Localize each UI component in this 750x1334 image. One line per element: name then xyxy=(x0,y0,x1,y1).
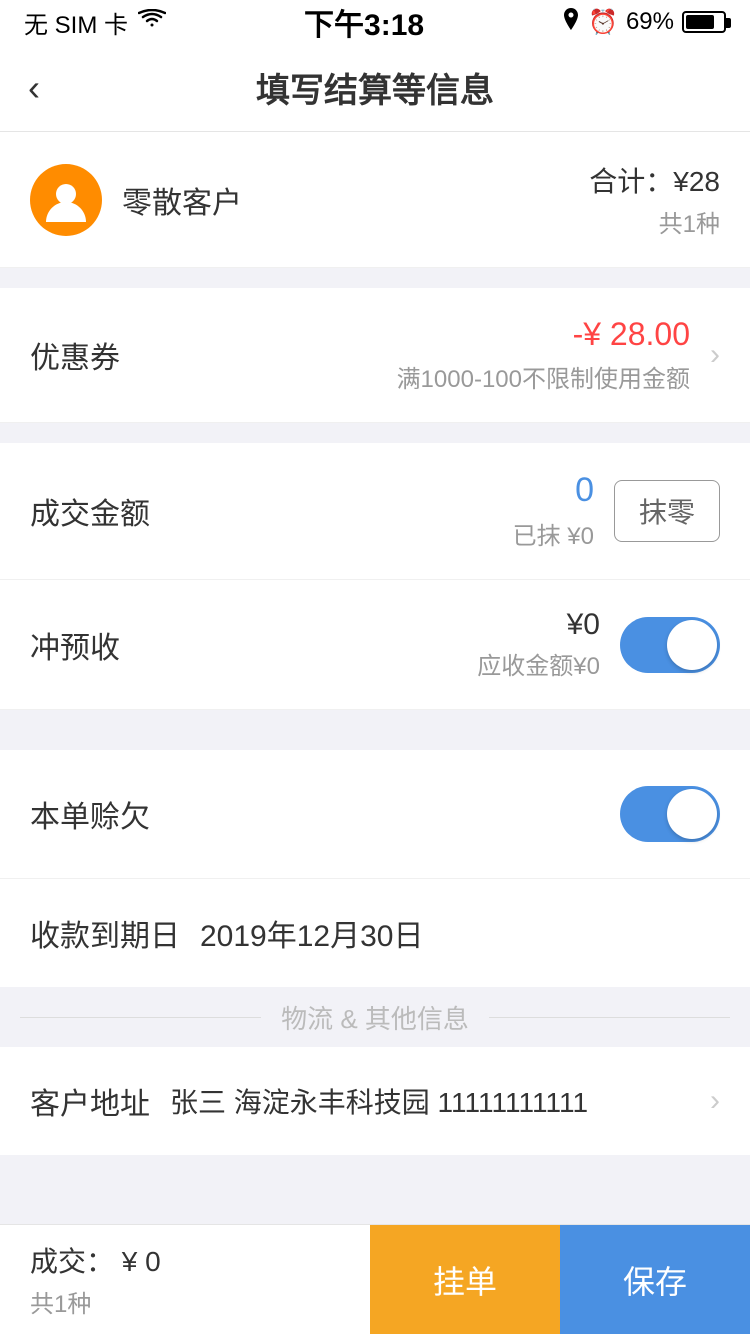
coupon-right: -¥ 28.00 满1000-100不限制使用金额 › xyxy=(397,316,720,394)
back-button[interactable]: ‹ xyxy=(28,67,40,109)
logistics-line-left xyxy=(20,1017,261,1018)
status-right: ⏰ 69% xyxy=(562,8,726,37)
bottom-deal-amount: ¥ 0 xyxy=(122,1246,161,1277)
customer-left: 零散客户 xyxy=(30,164,242,236)
deal-amount-right: 0 已抹 ¥0 抹零 xyxy=(513,471,720,551)
page-title: 填写结算等信息 xyxy=(256,63,494,112)
content: 零散客户 合计：¥28 共1种 优惠券 -¥ 28.00 满1000-100不限… xyxy=(0,132,750,1275)
status-bar: 无 SIM 卡 下午3:18 ⏰ 69% xyxy=(0,0,750,44)
coupon-chevron: › xyxy=(710,338,720,372)
logistics-line-right xyxy=(489,1017,730,1018)
customer-name: 零散客户 xyxy=(122,178,242,222)
status-time: 下午3:18 xyxy=(304,0,424,44)
battery-icon xyxy=(682,11,726,33)
address-chevron: › xyxy=(710,1084,720,1118)
pre-receive-amount: ¥0 xyxy=(477,608,600,642)
deal-amount-sub: 已抹 ¥0 xyxy=(513,516,594,551)
round-zero-button[interactable]: 抹零 xyxy=(614,480,720,542)
divider-2 xyxy=(0,423,750,443)
customer-section: 零散客户 合计：¥28 共1种 xyxy=(0,132,750,268)
credit-section: 本单赊欠 收款到期日 2019年12月30日 xyxy=(0,750,750,987)
pre-receive-right: ¥0 应收金额¥0 xyxy=(477,608,720,681)
pre-receive-sub: 应收金额¥0 xyxy=(477,646,600,681)
customer-avatar xyxy=(30,164,102,236)
divider-1 xyxy=(0,268,750,288)
toggle-knob xyxy=(667,620,717,670)
address-row[interactable]: 客户地址 张三 海淀永丰科技园 11111111111 › xyxy=(0,1047,750,1155)
logistics-divider: 物流 & 其他信息 xyxy=(0,987,750,1047)
pre-receive-toggle[interactable] xyxy=(620,617,720,673)
wifi-icon xyxy=(138,8,166,36)
location-icon xyxy=(562,8,580,37)
divider-3 xyxy=(0,710,750,730)
bottom-summary: 成交： ¥ 0 共1种 xyxy=(0,1240,370,1319)
battery-percent: 69% xyxy=(626,8,674,36)
credit-toggle-knob xyxy=(667,789,717,839)
logistics-label: 物流 & 其他信息 xyxy=(281,999,469,1036)
no-sim-label: 无 SIM 卡 xyxy=(24,5,128,40)
total-count: 共1种 xyxy=(589,204,720,239)
credit-toggle[interactable] xyxy=(620,786,720,842)
bottom-deal-line: 成交： ¥ 0 xyxy=(30,1240,340,1280)
total-amount: 合计：¥28 xyxy=(589,160,720,200)
coupon-label: 优惠券 xyxy=(30,333,120,377)
deal-amount-row: 成交金额 0 已抹 ¥0 抹零 xyxy=(0,443,750,580)
pending-button[interactable]: 挂单 xyxy=(370,1225,560,1334)
pre-receive-label: 冲预收 xyxy=(30,623,120,667)
alarm-icon: ⏰ xyxy=(588,8,618,37)
address-value: 张三 海淀永丰科技园 11111111111 xyxy=(170,1081,710,1121)
coupon-row[interactable]: 优惠券 -¥ 28.00 满1000-100不限制使用金额 › xyxy=(0,288,750,423)
bottom-count: 共1种 xyxy=(30,1284,340,1319)
customer-right: 合计：¥28 共1种 xyxy=(589,160,720,239)
duedate-label: 收款到期日 xyxy=(30,911,180,955)
deal-amount-group: 0 已抹 ¥0 xyxy=(513,471,594,551)
coupon-value-group: -¥ 28.00 满1000-100不限制使用金额 xyxy=(397,316,690,394)
coupon-section: 优惠券 -¥ 28.00 满1000-100不限制使用金额 › xyxy=(0,288,750,423)
customer-row: 零散客户 合计：¥28 共1种 xyxy=(0,132,750,268)
deal-section: 成交金额 0 已抹 ¥0 抹零 冲预收 ¥0 应收金额¥0 xyxy=(0,443,750,710)
status-left: 无 SIM 卡 xyxy=(24,5,166,40)
bottom-bar: 成交： ¥ 0 共1种 挂单 保存 xyxy=(0,1224,750,1334)
credit-row: 本单赊欠 xyxy=(0,750,750,878)
coupon-discount: -¥ 28.00 xyxy=(397,316,690,353)
duedate-row: 收款到期日 2019年12月30日 xyxy=(0,878,750,987)
duedate-value: 2019年12月30日 xyxy=(200,911,423,955)
credit-label: 本单赊欠 xyxy=(30,792,150,836)
address-label: 客户地址 xyxy=(30,1079,150,1123)
deal-amount-value: 0 xyxy=(513,471,594,510)
pre-receive-value-group: ¥0 应收金额¥0 xyxy=(477,608,600,681)
address-section: 客户地址 张三 海淀永丰科技园 11111111111 › xyxy=(0,1047,750,1155)
coupon-note: 满1000-100不限制使用金额 xyxy=(397,359,690,394)
bottom-deal-label: 成交： xyxy=(30,1246,114,1277)
nav-bar: ‹ 填写结算等信息 xyxy=(0,44,750,132)
pre-receive-row: 冲预收 ¥0 应收金额¥0 xyxy=(0,580,750,710)
deal-amount-label: 成交金额 xyxy=(30,489,150,533)
save-button[interactable]: 保存 xyxy=(560,1225,750,1334)
